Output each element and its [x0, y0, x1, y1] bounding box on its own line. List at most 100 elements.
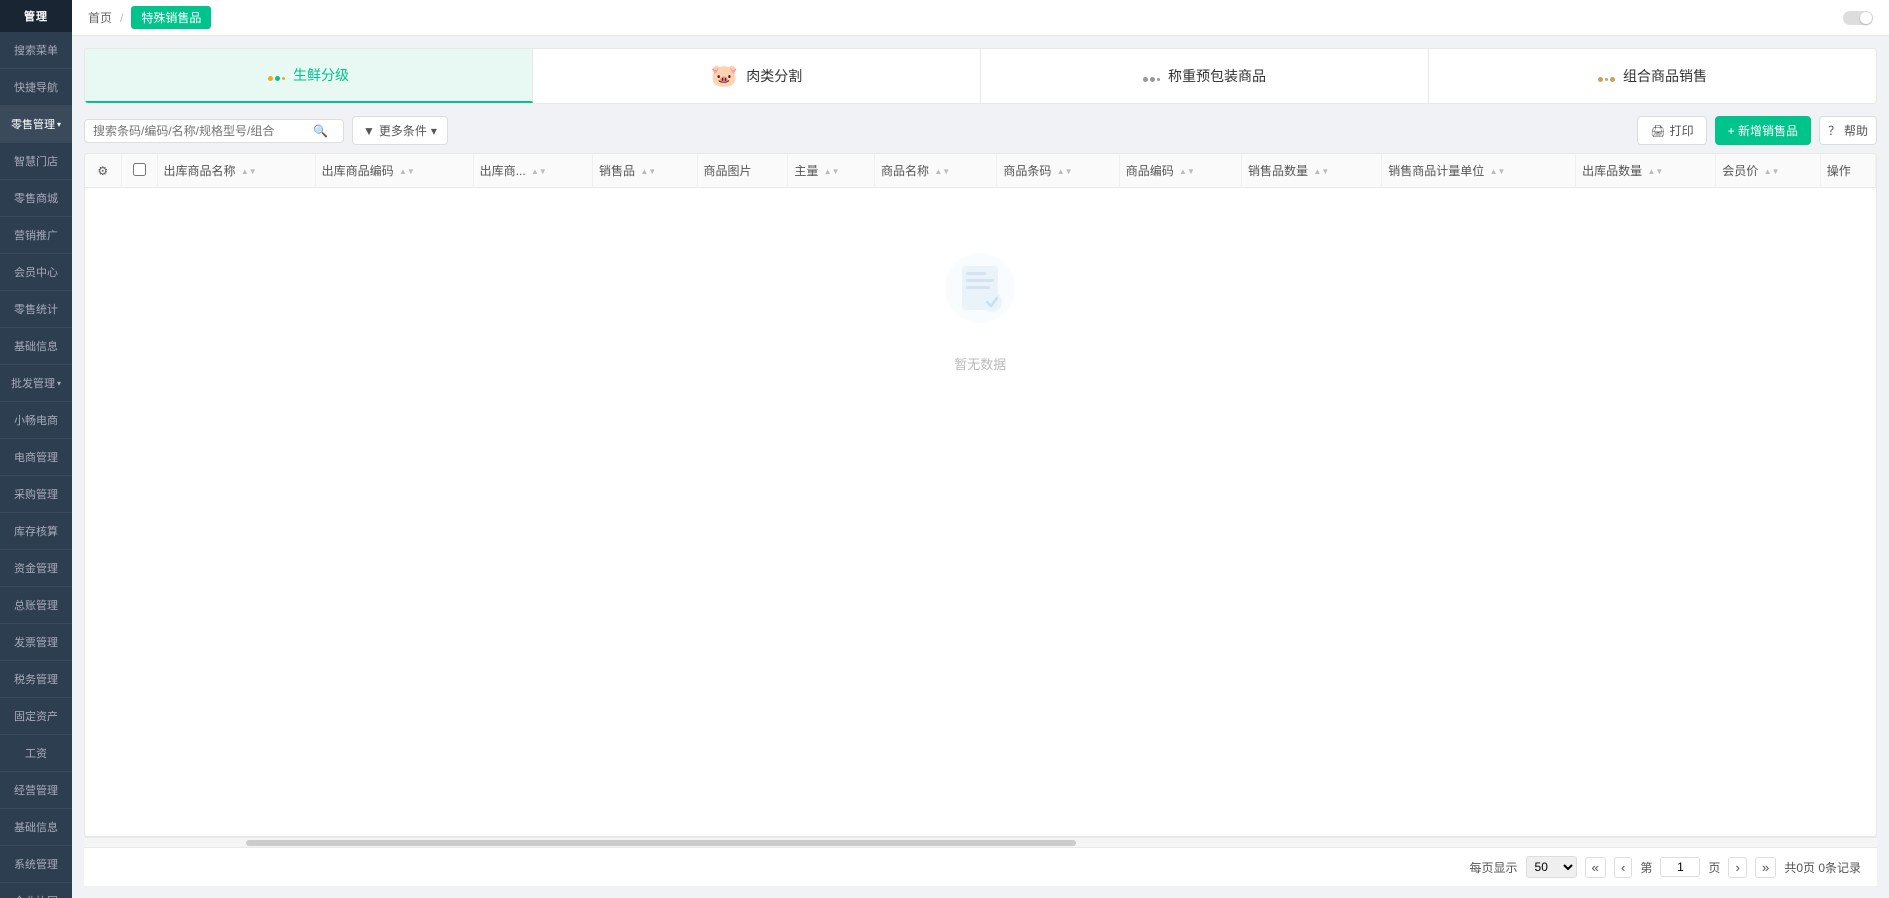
sort-arrows-weight[interactable]: ▲▼ — [824, 168, 840, 176]
sort-arrows-goods-name[interactable]: ▲▼ — [934, 168, 950, 176]
th-checkbox[interactable] — [121, 154, 157, 188]
prev-page-button[interactable]: ‹ — [1614, 857, 1632, 878]
filter-button[interactable]: ▼ 更多条件 ▾ — [352, 116, 448, 145]
help-button[interactable]: ？ 帮助 — [1819, 116, 1877, 145]
breadcrumb-separator: / — [120, 11, 123, 25]
sidebar-item-inventory[interactable]: 库存核算 — [0, 513, 72, 550]
sidebar-item-quick-nav[interactable]: 快捷导航 — [0, 69, 72, 106]
tab-fresh-grade-label: 生鲜分级 — [293, 65, 349, 85]
sidebar-item-salary[interactable]: 工资 — [0, 735, 72, 772]
total-label: 共0页 0条记录 — [1784, 859, 1861, 876]
sort-arrows-out-qty[interactable]: ▲▼ — [1647, 168, 1663, 176]
settings-gear-icon[interactable]: ⚙ — [97, 164, 108, 178]
last-page-button[interactable]: » — [1755, 857, 1776, 878]
add-button[interactable]: + 新增销售品 — [1715, 116, 1811, 145]
add-label: + 新增销售品 — [1728, 122, 1798, 139]
breadcrumb-current[interactable]: 特殊销售品 — [131, 6, 211, 29]
sort-arrows-out-name[interactable]: ▲▼ — [241, 168, 257, 176]
sidebar-item-smart-store[interactable]: 智慧门店 — [0, 143, 72, 180]
tab-meat-cut-label: 肉类分割 — [746, 66, 802, 86]
fresh-grade-icon — [268, 64, 285, 87]
tab-combo-sale[interactable]: 组合商品销售 — [1429, 49, 1876, 103]
sidebar-item-basic-info2[interactable]: 基础信息 — [0, 809, 72, 846]
sidebar-item-system[interactable]: 系统管理 — [0, 846, 72, 883]
sidebar: 管理 搜索菜单 快捷导航 零售管理 ▾ 智慧门店 零售商城 营销推广 会员中心 … — [0, 0, 72, 898]
breadcrumb-home[interactable]: 首页 — [88, 9, 112, 26]
filter-icon: ▼ — [363, 124, 375, 138]
sidebar-item-small-shop[interactable]: 小畅电商 — [0, 402, 72, 439]
search-box[interactable]: 🔍 — [84, 119, 344, 143]
toolbar: 🔍 ▼ 更多条件 ▾ 🖨 打印 + 新增销售品 ？ 帮助 — [84, 116, 1877, 145]
th-out-spec: 出库商... ▲▼ — [473, 154, 592, 188]
sidebar-item-purchase[interactable]: 采购管理 — [0, 476, 72, 513]
select-all-checkbox[interactable] — [133, 163, 146, 176]
tab-scale-pack-label: 称重预包装商品 — [1168, 66, 1266, 86]
next-page-button[interactable]: › — [1728, 857, 1746, 878]
print-label: 打印 — [1670, 122, 1694, 139]
th-goods-code: 商品编码 ▲▼ — [1119, 154, 1241, 188]
sidebar-item-marketing[interactable]: 营销推广 — [0, 217, 72, 254]
page-suffix-label: 页 — [1708, 859, 1720, 876]
tab-fresh-grade[interactable]: 生鲜分级 — [85, 49, 533, 103]
help-label: 帮助 — [1844, 122, 1868, 139]
sidebar-item-fixed-assets[interactable]: 固定资产 — [0, 698, 72, 735]
search-input[interactable] — [93, 124, 313, 138]
tab-cards: 生鲜分级 🐷 肉类分割 称重预包装商品 — [84, 48, 1877, 104]
sort-arrows-out-code[interactable]: ▲▼ — [399, 168, 415, 176]
search-icon[interactable]: 🔍 — [313, 124, 328, 138]
sort-arrows-sale-qty[interactable]: ▲▼ — [1313, 168, 1329, 176]
sidebar-item-accounting[interactable]: 总账管理 — [0, 587, 72, 624]
print-button[interactable]: 🖨 打印 — [1637, 116, 1706, 145]
print-icon: 🖨 — [1650, 124, 1665, 138]
sort-arrows-barcode[interactable]: ▲▼ — [1057, 168, 1073, 176]
scrollbar-thumb[interactable] — [246, 840, 1076, 846]
th-actions: 操作 — [1820, 154, 1875, 188]
sort-arrows-member-price[interactable]: ▲▼ — [1764, 168, 1780, 176]
pagination: 每页显示 50 10 20 100 « ‹ 第 页 › » 共0页 0条记录 — [84, 847, 1877, 886]
tab-combo-sale-label: 组合商品销售 — [1623, 66, 1707, 86]
horizontal-scrollbar[interactable] — [84, 837, 1877, 847]
page-prefix-label: 第 — [1640, 859, 1652, 876]
th-out-name: 出库商品名称 ▲▼ — [157, 154, 315, 188]
sort-arrows-sale-item[interactable]: ▲▼ — [640, 168, 656, 176]
page-number-input[interactable] — [1660, 857, 1700, 877]
sidebar-item-tax[interactable]: 税务管理 — [0, 661, 72, 698]
data-table: ⚙ 出库商品名称 ▲▼ 出库商品编码 ▲▼ — [85, 154, 1876, 433]
sidebar-item-retail-manage[interactable]: 零售管理 ▾ — [0, 106, 72, 143]
empty-state-text: 暂无数据 — [954, 354, 1006, 373]
tab-scale-pack[interactable]: 称重预包装商品 — [981, 49, 1429, 103]
first-page-button[interactable]: « — [1585, 857, 1606, 878]
sidebar-item-search-menu[interactable]: 搜索菜单 — [0, 32, 72, 69]
main-area: 首页 / 特殊销售品 生鲜分级 — [72, 0, 1889, 898]
sidebar-item-operations[interactable]: 经营管理 — [0, 772, 72, 809]
sort-arrows-goods-code[interactable]: ▲▼ — [1179, 168, 1195, 176]
per-page-select[interactable]: 50 10 20 100 — [1526, 856, 1577, 878]
empty-state-icon — [940, 248, 1020, 342]
sidebar-item-retail-mall[interactable]: 零售商城 — [0, 180, 72, 217]
th-goods-name: 商品名称 ▲▼ — [874, 154, 996, 188]
th-sale-unit: 销售商品计量单位 ▲▼ — [1382, 154, 1576, 188]
th-member-price: 会员价 ▲▼ — [1716, 154, 1821, 188]
sidebar-item-basic-info[interactable]: 基础信息 — [0, 328, 72, 365]
sidebar-item-wholesale[interactable]: 批发管理 ▾ — [0, 365, 72, 402]
content-area: 生鲜分级 🐷 肉类分割 称重预包装商品 — [72, 36, 1889, 898]
tab-meat-cut[interactable]: 🐷 肉类分割 — [533, 49, 981, 103]
th-weight: 主量 ▲▼ — [788, 154, 875, 188]
sidebar-item-ecommerce[interactable]: 电商管理 — [0, 439, 72, 476]
sidebar-item-retail-stats[interactable]: 零售统计 — [0, 291, 72, 328]
chevron-down-icon: ▾ — [57, 120, 61, 129]
sidebar-item-finance[interactable]: 资金管理 — [0, 550, 72, 587]
sidebar-item-member[interactable]: 会员中心 — [0, 254, 72, 291]
sidebar-item-invoice[interactable]: 发票管理 — [0, 624, 72, 661]
sort-arrows-sale-unit[interactable]: ▲▼ — [1490, 168, 1506, 176]
th-sale-qty: 销售品数量 ▲▼ — [1242, 154, 1382, 188]
chevron-down-icon: ▾ — [57, 379, 61, 388]
sidebar-item-enterprise[interactable]: 企业协同 — [0, 883, 72, 898]
combo-sale-icon — [1598, 65, 1615, 88]
empty-state: 暂无数据 — [85, 188, 1876, 433]
th-settings[interactable]: ⚙ — [85, 154, 121, 188]
per-page-label: 每页显示 — [1470, 859, 1518, 876]
th-out-qty: 出库品数量 ▲▼ — [1576, 154, 1716, 188]
sort-arrows-out-spec[interactable]: ▲▼ — [531, 168, 547, 176]
empty-state-row: 暂无数据 — [85, 188, 1876, 434]
